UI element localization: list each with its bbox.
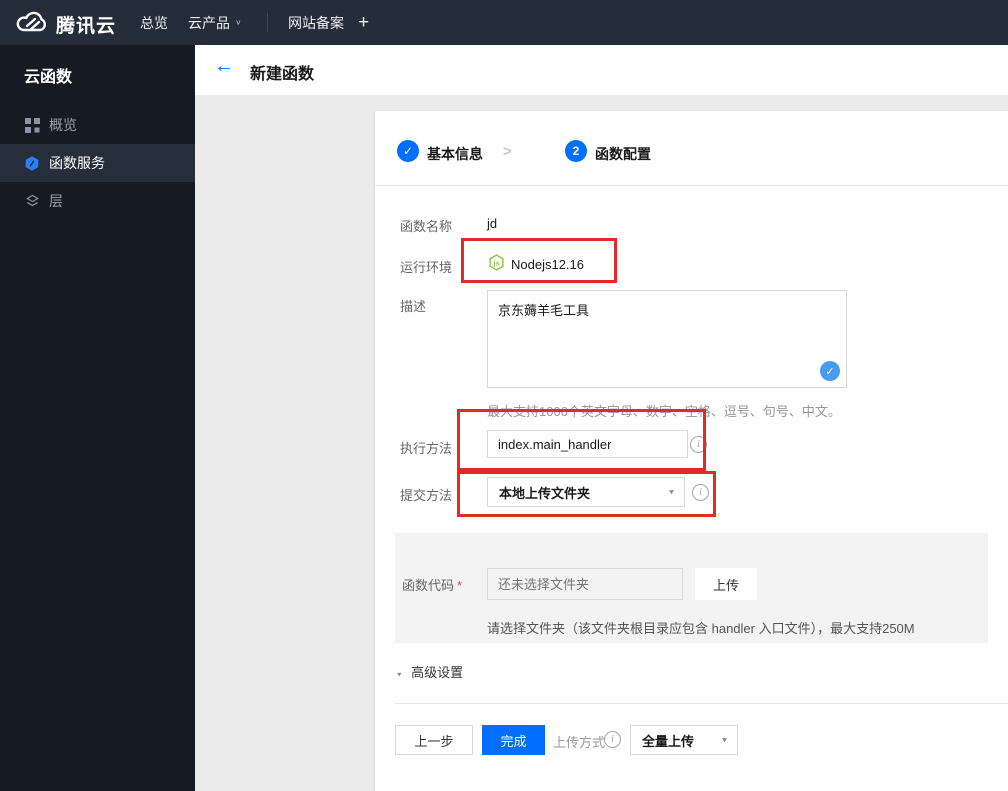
nodejs-icon-text: js [493, 260, 500, 267]
upload-button[interactable]: 上传 [695, 568, 757, 600]
triangle-down-icon: ▾ [397, 670, 402, 679]
sidebar-item-label: 概览 [49, 117, 77, 133]
back-arrow-button[interactable]: ← [214, 56, 234, 76]
function-code-label: 函数代码 * [402, 575, 462, 594]
previous-step-label: 上一步 [414, 733, 454, 749]
brand-title[interactable]: 腾讯云 [56, 11, 116, 38]
top-navbar: 腾讯云 总览 云产品 ∨ 网站备案 + [0, 0, 1008, 45]
sidebar-item-overview[interactable]: 概览 [0, 106, 195, 144]
finish-label: 完成 [500, 733, 527, 749]
sidebar-item-function-service[interactable]: 函数服务 [0, 144, 195, 182]
description-text: 京东薅羊毛工具 [498, 303, 590, 318]
nav-item-label: 云产品 [188, 14, 230, 31]
create-function-card: ✓ 基本信息 > 2 函数配置 函数名称 jd 运行环境 js Nodejs12… [375, 111, 1008, 791]
handler-input[interactable] [487, 430, 688, 458]
grid-icon [24, 117, 40, 133]
function-code-section: 函数代码* 上传 请选择文件夹（该文件夹根目录应包含 handler 入口文件）… [395, 533, 988, 643]
step-1-done-icon: ✓ [397, 140, 419, 162]
upload-mode-info-icon[interactable]: i [604, 731, 621, 748]
nav-add-tab-button[interactable]: + [358, 0, 369, 45]
sidebar-title: 云函数 [24, 69, 73, 86]
chevron-down-icon: ∨ [235, 18, 242, 27]
info-glyph: i [699, 487, 702, 498]
page-header: ← 新建函数 [195, 45, 1008, 95]
description-label: 描述 [400, 299, 427, 314]
submit-method-label: 提交方法 [400, 488, 453, 503]
nav-item-website-filing[interactable]: 网站备案 [288, 0, 344, 45]
chevron-down-icon: ▾ [668, 487, 674, 497]
nav-divider [267, 13, 268, 32]
finish-button[interactable]: 完成 [482, 725, 545, 755]
step-2-label: 函数配置 [595, 146, 651, 162]
previous-step-button[interactable]: 上一步 [395, 725, 473, 755]
step-number-text: 2 [572, 144, 580, 158]
nodejs-icon: js [488, 254, 505, 271]
upload-mode-label: 上传方式 [553, 735, 606, 750]
required-asterisk: * [457, 578, 463, 593]
runtime-label: 运行环境 [400, 260, 453, 275]
layers-icon [24, 193, 40, 209]
handler-label: 执行方法 [400, 441, 453, 456]
footer-divider [395, 703, 1008, 704]
advanced-settings-toggle[interactable]: ▾ 高级设置 [397, 662, 463, 681]
function-name-value: jd [487, 216, 498, 231]
sidebar-item-label: 函数服务 [49, 155, 105, 171]
step-chevron-icon: > [503, 143, 512, 160]
plus-icon: + [358, 11, 370, 33]
function-code-label-text: 函数代码 [402, 578, 455, 593]
check-icon: ✓ [402, 144, 414, 158]
sidebar: 云函数 概览 函数服务 层 [0, 45, 195, 791]
nav-item-label: 总览 [140, 14, 168, 31]
handler-info-icon[interactable]: i [690, 436, 707, 453]
valid-check-icon: ✓ [820, 361, 840, 381]
upload-button-label: 上传 [712, 577, 739, 593]
upload-mode-value: 全量上传 [642, 733, 695, 749]
step-1-label: 基本信息 [427, 146, 483, 162]
nav-item-overview[interactable]: 总览 [140, 0, 168, 45]
chevron-down-icon: ▾ [721, 735, 727, 745]
submit-method-info-icon[interactable]: i [692, 484, 709, 501]
runtime-value: Nodejs12.16 [511, 257, 584, 272]
check-icon: ✓ [825, 365, 835, 378]
advanced-settings-label: 高级设置 [411, 665, 464, 680]
function-name-label: 函数名称 [400, 219, 453, 234]
upload-mode-select[interactable]: 全量上传 ▾ [630, 725, 738, 755]
nav-item-cloud-products[interactable]: 云产品 ∨ [188, 0, 242, 45]
nav-item-label: 网站备案 [288, 14, 344, 31]
step-2-number: 2 [565, 140, 587, 162]
info-glyph: i [697, 439, 700, 450]
folder-path-input[interactable] [487, 568, 683, 600]
sidebar-item-label: 层 [49, 193, 63, 209]
description-hint: 最大支持1000个英文字母、数字、空格、逗号、句号、中文。 [487, 404, 841, 419]
sidebar-item-layers[interactable]: 层 [0, 182, 195, 220]
info-glyph: i [611, 734, 614, 745]
submit-method-select[interactable]: 本地上传文件夹 ▾ [487, 477, 685, 507]
tencent-cloud-logo-icon[interactable] [14, 9, 50, 39]
description-textarea[interactable]: 京东薅羊毛工具 [487, 290, 847, 388]
submit-method-value: 本地上传文件夹 [499, 485, 591, 501]
steps-divider [375, 185, 1008, 186]
function-hexagon-icon [24, 155, 40, 171]
function-code-hint: 请选择文件夹（该文件夹根目录应包含 handler 入口文件），最大支持250M [487, 621, 915, 636]
page-title: 新建函数 [250, 66, 315, 83]
